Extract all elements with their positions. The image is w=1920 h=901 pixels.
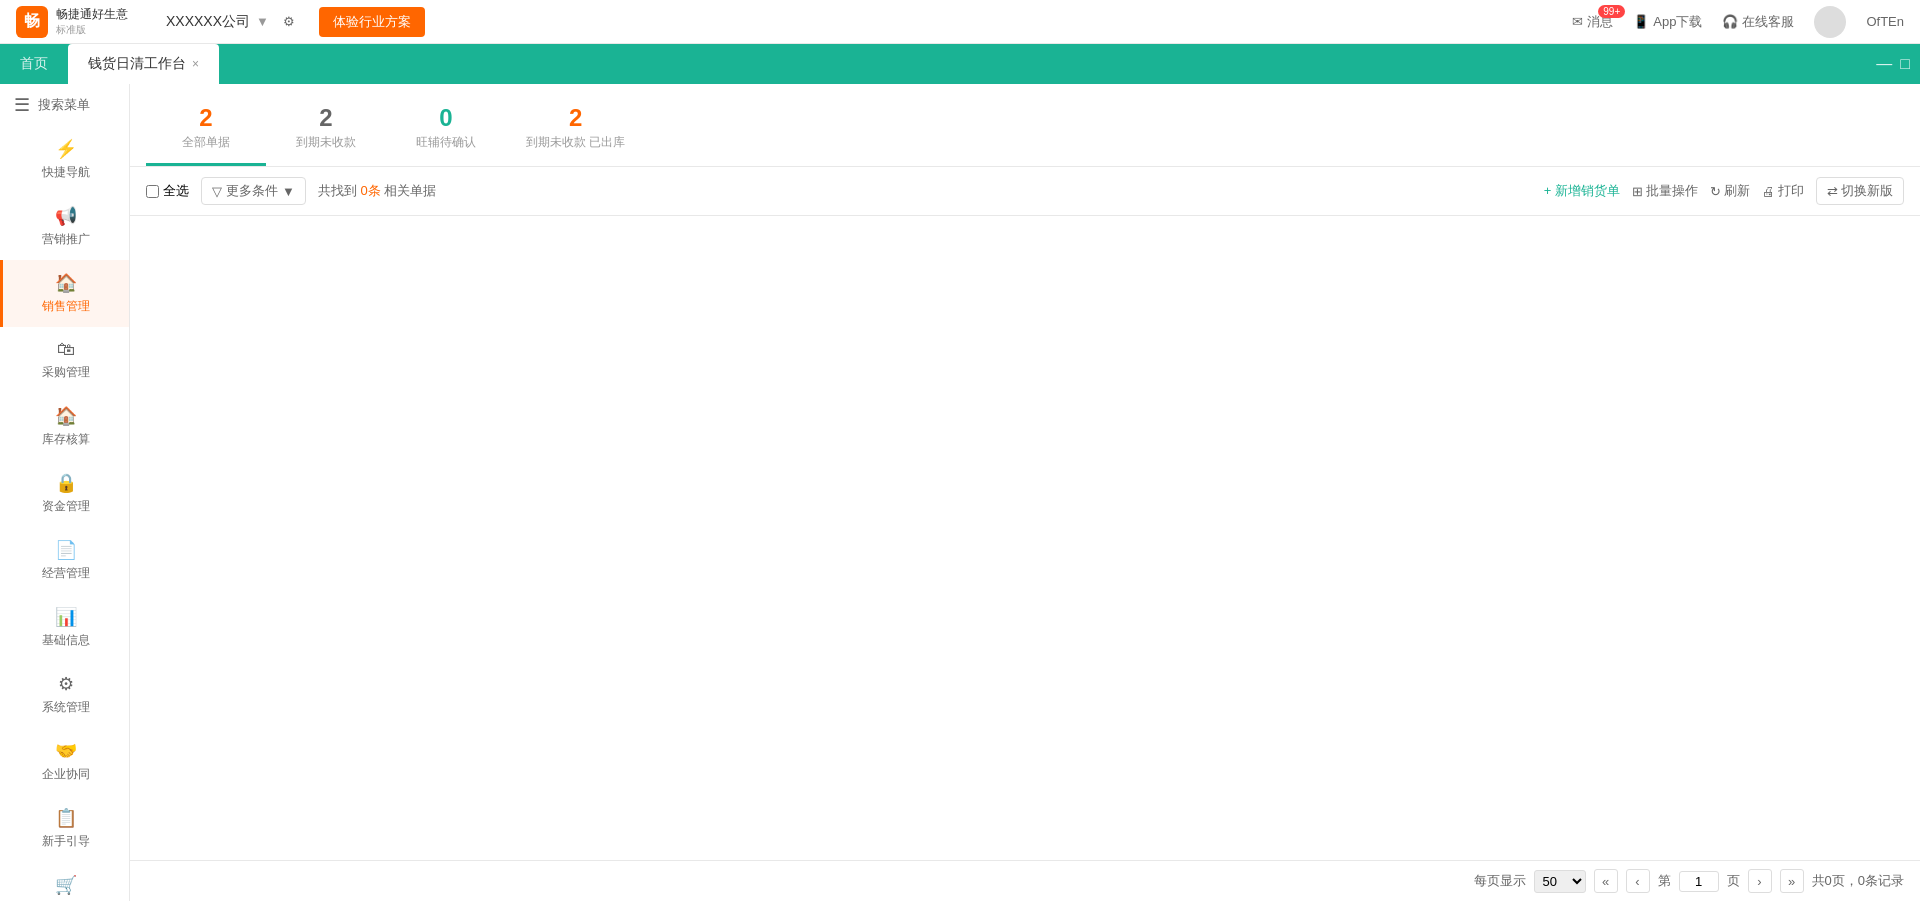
batch-icon: ⊞ — [1632, 184, 1643, 199]
main-layout: ☰ 搜索菜单 ⚡ 快捷导航 📢 营销推广 🏠 销售管理 🛍 采购管理 🏠 库存核… — [0, 84, 1920, 901]
stat-num-all: 2 — [166, 104, 246, 132]
sidebar: ☰ 搜索菜单 ⚡ 快捷导航 📢 营销推广 🏠 销售管理 🛍 采购管理 🏠 库存核… — [0, 84, 130, 901]
system-icon: ⚙ — [58, 673, 74, 695]
message-btn[interactable]: ✉ 消息 99+ — [1572, 13, 1613, 31]
stat-label-pending: 旺辅待确认 — [406, 134, 486, 151]
sidebar-item-operation[interactable]: 📄 经营管理 — [0, 527, 129, 594]
select-all-checkbox[interactable]: 全选 — [146, 182, 189, 200]
company-area: XXXXXX公司 ▼ ⚙ 体验行业方案 — [146, 7, 1572, 37]
basic-icon: 📊 — [55, 606, 77, 628]
sidebar-item-purchase[interactable]: 🛍 采购管理 — [0, 327, 129, 393]
sidebar-item-basic[interactable]: 📊 基础信息 — [0, 594, 129, 661]
print-icon: 🖨 — [1762, 184, 1775, 199]
tab-home[interactable]: 首页 — [0, 44, 68, 84]
app-download-btn[interactable]: 📱 App下载 — [1633, 13, 1702, 31]
toolbar: 全选 ▽ 更多条件 ▼ 共找到 0条 相关单据 + 新增销货单 ⊞ 批量操作 — [130, 167, 1920, 216]
guide-icon: 📋 — [55, 807, 77, 829]
first-page-btn[interactable]: « — [1594, 869, 1618, 893]
sidebar-item-inventory[interactable]: 🏠 库存核算 — [0, 393, 129, 460]
stat-label-shipped: 到期未收款 已出库 — [526, 134, 625, 151]
prev-page-btn[interactable]: ‹ — [1626, 869, 1650, 893]
page-label: 第 — [1658, 872, 1671, 890]
stat-num-overdue: 2 — [286, 104, 366, 132]
stat-label-overdue: 到期未收款 — [286, 134, 366, 151]
sidebar-item-marketing[interactable]: 📢 营销推广 — [0, 193, 129, 260]
found-count: 0条 — [361, 183, 381, 198]
headset-icon: 🎧 — [1722, 14, 1738, 29]
sidebar-item-enterprise[interactable]: 🤝 企业协同 — [0, 728, 129, 795]
refresh-icon: ↻ — [1710, 184, 1721, 199]
logo-text: 畅捷通好生意 标准版 — [56, 7, 128, 36]
username: OfTEn — [1866, 14, 1904, 29]
minimize-icon[interactable]: — — [1876, 55, 1892, 73]
header-right: ✉ 消息 99+ 📱 App下载 🎧 在线客服 OfTEn — [1572, 6, 1904, 38]
appstore-icon: 🛒 — [55, 874, 77, 896]
experience-btn[interactable]: 体验行业方案 — [319, 7, 425, 37]
close-tab-icon[interactable]: × — [192, 57, 199, 71]
add-sales-order-btn[interactable]: + 新增销货单 — [1544, 182, 1620, 200]
app-icon: 📱 — [1633, 14, 1649, 29]
sidebar-item-system[interactable]: ⚙ 系统管理 — [0, 661, 129, 728]
settings-icon[interactable]: ⚙ — [275, 8, 303, 36]
last-page-btn[interactable]: » — [1780, 869, 1804, 893]
filter-chevron-icon: ▼ — [282, 184, 295, 199]
inventory-icon: 🏠 — [55, 405, 77, 427]
tab-cash-daily[interactable]: 钱货日清工作台 × — [68, 44, 219, 84]
content-area: 2 全部单据 2 到期未收款 0 旺辅待确认 2 到期未收款 已出库 全选 — [130, 84, 1920, 901]
filter-btn[interactable]: ▽ 更多条件 ▼ — [201, 177, 306, 205]
logo-icon: 畅 — [16, 6, 48, 38]
logo-area: 畅 畅捷通好生意 标准版 — [16, 6, 146, 38]
stat-label-all: 全部单据 — [166, 134, 246, 151]
batch-operation-btn[interactable]: ⊞ 批量操作 — [1632, 182, 1698, 200]
per-page-label: 每页显示 — [1474, 872, 1526, 890]
refresh-btn[interactable]: ↻ 刷新 — [1710, 182, 1750, 200]
filter-icon: ▽ — [212, 184, 222, 199]
stat-num-pending: 0 — [406, 104, 486, 132]
select-all-input[interactable] — [146, 185, 159, 198]
stat-tab-overdue[interactable]: 2 到期未收款 — [266, 96, 386, 166]
search-menu-icon: ☰ — [14, 94, 30, 116]
page-suffix: 页 — [1727, 872, 1740, 890]
stat-tab-pending[interactable]: 0 旺辅待确认 — [386, 96, 506, 166]
message-badge: 99+ — [1598, 5, 1625, 18]
stats-tabs: 2 全部单据 2 到期未收款 0 旺辅待确认 2 到期未收款 已出库 — [130, 84, 1920, 167]
purchase-icon: 🛍 — [57, 339, 75, 360]
online-service-btn[interactable]: 🎧 在线客服 — [1722, 13, 1794, 31]
sidebar-item-search[interactable]: ☰ 搜索菜单 — [0, 84, 129, 126]
company-name: XXXXXX公司 — [166, 13, 250, 31]
marketing-icon: 📢 — [55, 205, 77, 227]
top-header: 畅 畅捷通好生意 标准版 XXXXXX公司 ▼ ⚙ 体验行业方案 ✉ 消息 99… — [0, 0, 1920, 44]
message-icon: ✉ — [1572, 14, 1583, 29]
quick-nav-icon: ⚡ — [55, 138, 77, 160]
company-dropdown-icon[interactable]: ▼ — [256, 14, 269, 29]
tab-actions: — □ — [1876, 55, 1920, 73]
stat-tab-shipped[interactable]: 2 到期未收款 已出库 — [506, 96, 645, 166]
sidebar-item-sales[interactable]: 🏠 销售管理 — [0, 260, 129, 327]
sidebar-item-appstore[interactable]: 🛒 应用中心 — [0, 862, 129, 901]
pagination-bar: 每页显示 50 100 200 « ‹ 第 页 › » 共0页，0条记录 — [130, 860, 1920, 901]
avatar[interactable] — [1814, 6, 1846, 38]
toolbar-right: + 新增销货单 ⊞ 批量操作 ↻ 刷新 🖨 打印 ⇄ 切换新版 — [1544, 177, 1904, 205]
stat-tab-all[interactable]: 2 全部单据 — [146, 96, 266, 166]
switch-version-btn[interactable]: ⇄ 切换新版 — [1816, 177, 1904, 205]
nav-tabs: 首页 钱货日清工作台 × — □ — [0, 44, 1920, 84]
sidebar-item-quick-nav[interactable]: ⚡ 快捷导航 — [0, 126, 129, 193]
print-btn[interactable]: 🖨 打印 — [1762, 182, 1804, 200]
stat-num-shipped: 2 — [526, 104, 625, 132]
page-size-select[interactable]: 50 100 200 — [1534, 870, 1586, 893]
found-text: 共找到 0条 相关单据 — [318, 182, 436, 200]
sales-icon: 🏠 — [55, 272, 77, 294]
switch-icon: ⇄ — [1827, 184, 1838, 199]
total-records: 共0页，0条记录 — [1812, 872, 1904, 890]
enterprise-icon: 🤝 — [55, 740, 77, 762]
table-area — [130, 216, 1920, 860]
next-page-btn[interactable]: › — [1748, 869, 1772, 893]
operation-icon: 📄 — [55, 539, 77, 561]
finance-icon: 🔒 — [55, 472, 77, 494]
sidebar-item-finance[interactable]: 🔒 资金管理 — [0, 460, 129, 527]
maximize-icon[interactable]: □ — [1900, 55, 1910, 73]
page-input[interactable] — [1679, 871, 1719, 892]
sidebar-item-guide[interactable]: 📋 新手引导 — [0, 795, 129, 862]
